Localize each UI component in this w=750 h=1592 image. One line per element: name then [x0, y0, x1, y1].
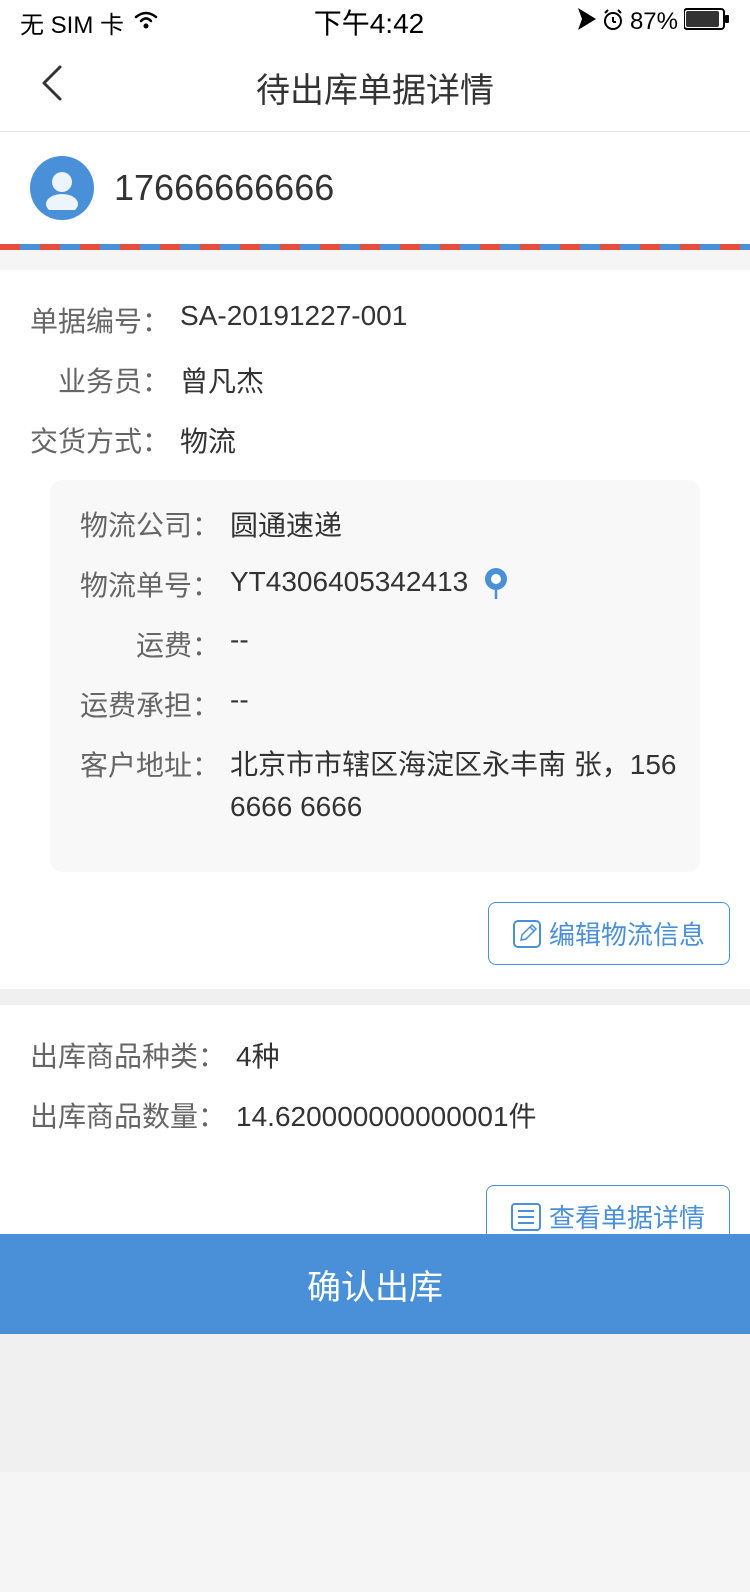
alarm-icon	[602, 8, 624, 37]
freight-bearer-row: 运费承担： --	[70, 684, 680, 724]
delivery-label: 交货方式：	[30, 420, 170, 460]
logistics-company-row: 物流公司： 圆通速递	[70, 504, 680, 544]
goods-quantity-row: 出库商品数量： 14.620000000000001件	[30, 1095, 720, 1135]
edit-icon	[513, 920, 541, 948]
customer-header: 17666666666	[0, 132, 750, 244]
goods-quantity-label: 出库商品数量：	[30, 1095, 226, 1135]
order-no-row: 单据编号： SA-20191227-001	[30, 300, 720, 340]
freight-row: 运费： --	[70, 624, 680, 664]
salesman-label: 业务员：	[30, 360, 170, 400]
battery-icon	[684, 8, 730, 37]
confirm-button[interactable]: 确认出库	[0, 1234, 750, 1334]
goods-quantity-value: 14.620000000000001件	[236, 1095, 720, 1135]
freight-bearer-value: --	[230, 684, 680, 716]
status-bar: 无 SIM 卡 下午4:42 87%	[0, 0, 750, 44]
goods-section: 出库商品种类： 4种 出库商品数量： 14.620000000000001件	[0, 1005, 750, 1165]
section-divider-1	[0, 989, 750, 1005]
back-button[interactable]	[30, 53, 74, 122]
wifi-icon	[132, 8, 160, 36]
map-pin-icon[interactable]	[478, 564, 514, 600]
logistics-card: 物流公司： 圆通速递 物流单号： YT4306405342413 运费： --	[50, 480, 700, 872]
edit-logistics-button[interactable]: 编辑物流信息	[488, 902, 730, 965]
dashed-divider	[0, 244, 750, 250]
battery-percent: 87%	[630, 8, 678, 36]
address-label: 客户地址：	[70, 744, 220, 784]
status-right: 87%	[578, 8, 730, 37]
edit-logistics-label: 编辑物流信息	[549, 915, 705, 952]
edit-button-row: 编辑物流信息	[0, 882, 750, 989]
delivery-row: 交货方式： 物流	[30, 420, 720, 460]
logistics-tracking-label: 物流单号：	[70, 564, 220, 604]
list-icon	[511, 1203, 541, 1231]
logistics-tracking-value: YT4306405342413	[230, 564, 680, 600]
carrier-text: 无 SIM 卡	[20, 5, 124, 40]
nav-bar: 待出库单据详情	[0, 44, 750, 132]
order-no-label: 单据编号：	[30, 300, 170, 340]
freight-bearer-label: 运费承担：	[70, 684, 220, 724]
logistics-company-label: 物流公司：	[70, 504, 220, 544]
goods-type-label: 出库商品种类：	[30, 1035, 226, 1075]
address-value: 北京市市辖区海淀区永丰南 张，156 6666 6666	[230, 744, 680, 828]
goods-type-value: 4种	[236, 1035, 720, 1075]
status-time: 下午4:42	[314, 2, 425, 42]
confirm-label: 确认出库	[307, 1260, 443, 1309]
avatar	[30, 156, 94, 220]
logistics-tracking-row: 物流单号： YT4306405342413	[70, 564, 680, 604]
goods-type-row: 出库商品种类： 4种	[30, 1035, 720, 1075]
freight-value: --	[230, 624, 680, 656]
basic-info-section: 单据编号： SA-20191227-001 业务员： 曾凡杰 交货方式： 物流 …	[0, 270, 750, 882]
logistics-company-value: 圆通速递	[230, 504, 680, 544]
status-left: 无 SIM 卡	[20, 5, 160, 40]
delivery-value: 物流	[180, 420, 720, 460]
view-details-label: 查看单据详情	[549, 1198, 705, 1235]
salesman-value: 曾凡杰	[180, 360, 720, 400]
customer-phone: 17666666666	[114, 167, 334, 209]
content: 17666666666 单据编号： SA-20191227-001 业务员： 曾…	[0, 132, 750, 1592]
page-title: 待出库单据详情	[256, 63, 494, 112]
freight-label: 运费：	[70, 624, 220, 664]
location-status-icon	[578, 8, 596, 37]
address-row: 客户地址： 北京市市辖区海淀区永丰南 张，156 6666 6666	[70, 744, 680, 828]
salesman-row: 业务员： 曾凡杰	[30, 360, 720, 400]
order-no-value: SA-20191227-001	[180, 300, 720, 332]
